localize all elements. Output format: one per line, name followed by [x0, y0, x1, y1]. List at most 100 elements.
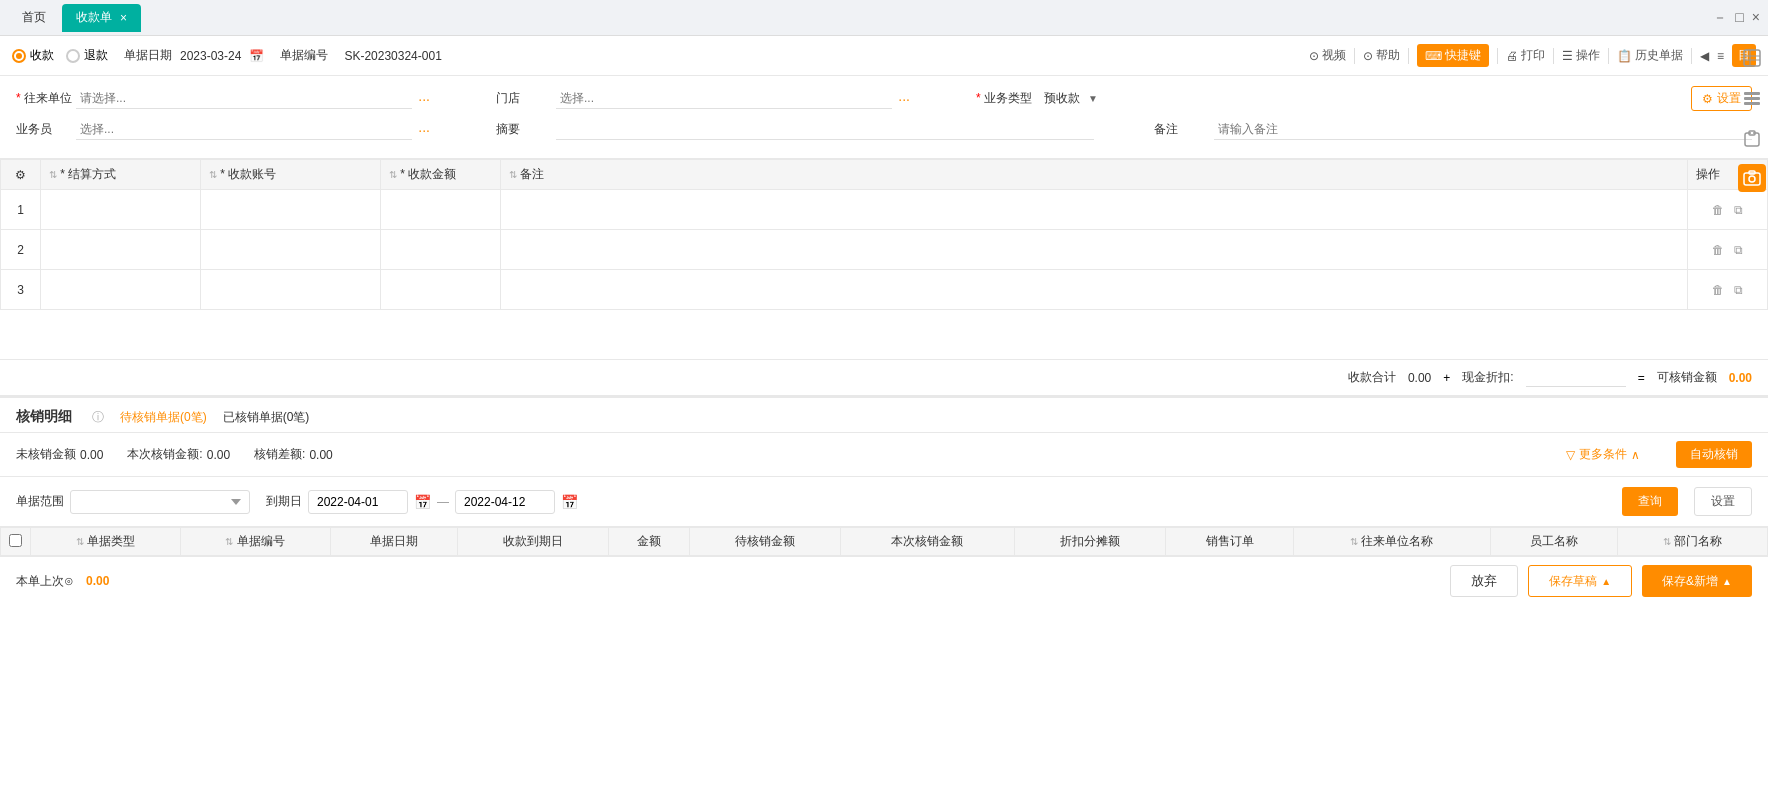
remark-input[interactable] — [1214, 119, 1752, 140]
prev-nav-button[interactable]: ◀ — [1700, 49, 1709, 63]
row-1-num: 1 — [1, 190, 41, 230]
help-icon: ⊙ — [1363, 49, 1373, 63]
row-2-delete-icon[interactable]: 🗑 — [1712, 243, 1724, 257]
row-1-delete-icon[interactable]: 🗑 — [1712, 203, 1724, 217]
date-from-calendar-icon[interactable]: 📅 — [414, 494, 431, 510]
store-field: 门店 ··· — [496, 88, 916, 109]
summary-label: 摘要 — [496, 121, 556, 138]
row-3-amount[interactable] — [381, 270, 501, 310]
filter-setting-button[interactable]: 设置 — [1694, 487, 1752, 516]
tab-home[interactable]: 首页 — [8, 4, 60, 32]
store-more-icon[interactable]: ··· — [892, 91, 916, 107]
doc-date-calendar-icon[interactable]: 📅 — [249, 49, 264, 63]
writeoff-stats: 未核销金额 0.00 本次核销金额: 0.00 核销差额: 0.00 ▽ 更多条… — [0, 433, 1768, 477]
sort-dept-icon[interactable]: ⇅ — [1663, 536, 1671, 547]
business-type-chevron-icon[interactable]: ▼ — [1088, 93, 1098, 104]
sum-label: 收款合计 — [1348, 369, 1396, 386]
store-input[interactable] — [556, 88, 892, 109]
bottom-bar: 本单上次⊙ 0.00 放弃 保存草稿 ▲ 保存&新增 ▲ — [0, 556, 1768, 605]
row-3-remark[interactable] — [501, 270, 1688, 310]
tab-done[interactable]: 已核销单据(0笔) — [223, 409, 310, 426]
history-button[interactable]: 📋 历史单据 — [1617, 47, 1683, 64]
range-label: 单据范围 — [16, 493, 64, 510]
counterpart-more-icon[interactable]: ··· — [412, 91, 436, 107]
date-to-input[interactable] — [455, 490, 555, 514]
discount-input[interactable] — [1526, 368, 1626, 387]
operation-button[interactable]: ☰ 操作 — [1562, 47, 1600, 64]
sort-no-icon[interactable]: ⇅ — [225, 536, 233, 547]
toolbar: 收款 退款 单据日期 2023-03-24 📅 单据编号 SK-20230324… — [0, 36, 1768, 76]
writeoff-section: 核销明细 ⓘ 待核销单据(0笔) 已核销单据(0笔) 未核销金额 0.00 本次… — [0, 395, 1768, 556]
divider-1 — [1354, 48, 1355, 64]
range-select[interactable] — [70, 490, 250, 514]
summary-input[interactable] — [556, 119, 1094, 140]
sort-remark-icon[interactable]: ⇅ — [509, 169, 517, 180]
col-gear-header[interactable]: ⚙ — [1, 160, 41, 190]
row-3-account[interactable] — [201, 270, 381, 310]
radio-collect[interactable]: 收款 — [12, 47, 54, 64]
date-to-calendar-icon[interactable]: 📅 — [561, 494, 578, 510]
tab-pending[interactable]: 待核销单据(0笔) — [120, 409, 207, 426]
maximize-button[interactable]: □ — [1735, 9, 1743, 27]
abandon-button[interactable]: 放弃 — [1450, 565, 1518, 597]
row-1-copy-icon[interactable]: ⧉ — [1734, 203, 1743, 217]
sort-counterpart-icon[interactable]: ⇅ — [1350, 536, 1358, 547]
shortcut-button[interactable]: ⌨ 快捷键 — [1417, 44, 1489, 67]
sidebar-table-icon[interactable] — [1738, 44, 1766, 72]
staff-more-icon[interactable]: ··· — [412, 122, 436, 138]
form-row-2: 业务员 ··· 摘要 备注 — [16, 119, 1752, 140]
doc-date-label: 单据日期 — [124, 47, 172, 64]
sidebar-camera-icon[interactable] — [1738, 164, 1766, 192]
print-button[interactable]: 🖨 打印 — [1506, 47, 1545, 64]
row-2-account[interactable] — [201, 230, 381, 270]
select-all-checkbox[interactable] — [9, 534, 22, 547]
close-button[interactable]: × — [1752, 9, 1760, 27]
bottom-table-header: ⇅ 单据类型 ⇅ 单据编号 单据日期 收款到期日 — [1, 528, 1768, 556]
row-3-copy-icon[interactable]: ⧉ — [1734, 283, 1743, 297]
unverified-stat: 未核销金额 0.00 — [16, 446, 103, 463]
staff-input[interactable] — [76, 119, 412, 140]
row-2-remark[interactable] — [501, 230, 1688, 270]
row-1-account[interactable] — [201, 190, 381, 230]
auto-writeoff-button[interactable]: 自动核销 — [1676, 441, 1752, 468]
row-3-settlement[interactable] — [41, 270, 201, 310]
save-draft-button[interactable]: 保存草稿 ▲ — [1528, 565, 1632, 597]
sort-account-icon[interactable]: ⇅ — [209, 169, 217, 180]
more-conditions-button[interactable]: ▽ 更多条件 ∧ — [1566, 446, 1640, 463]
row-2-num: 2 — [1, 230, 41, 270]
counterpart-label: 往来单位 — [16, 90, 76, 107]
video-button[interactable]: ⊙ 视频 — [1309, 47, 1346, 64]
chevron-up-icon: ∧ — [1631, 448, 1640, 462]
row-2-settlement[interactable] — [41, 230, 201, 270]
tab-close-icon[interactable]: × — [120, 11, 127, 25]
doc-no-label: 单据编号 — [280, 47, 328, 64]
counterpart-input[interactable] — [76, 88, 412, 109]
writeoff-info-icon[interactable]: ⓘ — [92, 409, 104, 426]
plus-sign: + — [1443, 371, 1450, 385]
radio-refund[interactable]: 退款 — [66, 47, 108, 64]
minimize-button[interactable]: － — [1713, 9, 1727, 27]
row-1-remark[interactable] — [501, 190, 1688, 230]
row-1-settlement[interactable] — [41, 190, 201, 230]
help-button[interactable]: ⊙ 帮助 — [1363, 47, 1400, 64]
sidebar-clip-icon[interactable] — [1738, 124, 1766, 152]
sidebar-list-icon[interactable] — [1738, 84, 1766, 112]
save-new-button[interactable]: 保存&新增 ▲ — [1642, 565, 1752, 597]
query-button[interactable]: 查询 — [1622, 487, 1678, 516]
layout-button[interactable]: ≡ — [1717, 49, 1724, 63]
row-2-amount[interactable] — [381, 230, 501, 270]
filter-icon: ▽ — [1566, 448, 1575, 462]
table-gear-icon[interactable]: ⚙ — [15, 168, 26, 182]
sort-type-icon[interactable]: ⇅ — [76, 536, 84, 547]
table-row: 1 🗑 ⧉ — [1, 190, 1768, 230]
discount-label: 现金折扣: — [1462, 369, 1513, 386]
row-3-delete-icon[interactable]: 🗑 — [1712, 283, 1724, 297]
sort-amount-icon[interactable]: ⇅ — [389, 169, 397, 180]
current-stat: 本次核销金额: 0.00 — [127, 446, 230, 463]
row-2-copy-icon[interactable]: ⧉ — [1734, 243, 1743, 257]
tab-receipt[interactable]: 收款单 × — [62, 4, 141, 32]
sort-settlement-icon[interactable]: ⇅ — [49, 169, 57, 180]
form-area: 往来单位 ··· 门店 ··· 业务类型 预收款 ▼ — [0, 76, 1768, 159]
row-1-amount[interactable] — [381, 190, 501, 230]
date-from-input[interactable] — [308, 490, 408, 514]
